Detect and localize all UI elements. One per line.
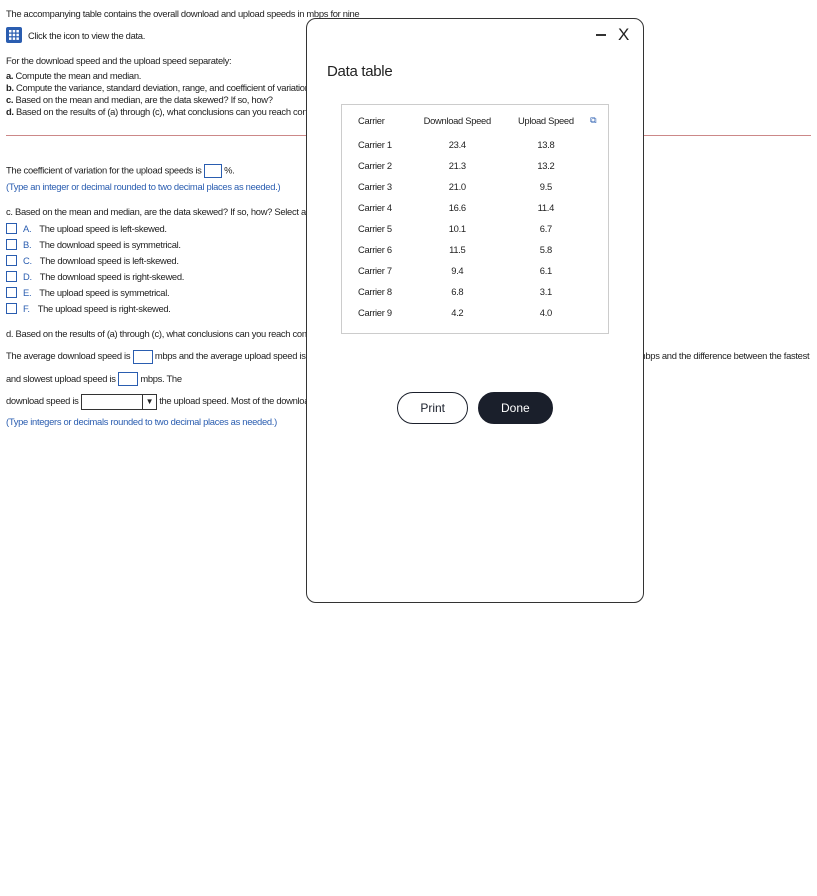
option-letter-f: F. — [23, 303, 30, 314]
table-cell: Carrier 5 — [350, 218, 409, 239]
checkbox-a[interactable] — [6, 223, 17, 234]
table-cell: 9.4 — [409, 260, 505, 281]
table-row: Carrier 321.09.5 — [350, 176, 600, 197]
option-text-b: The download speed is symmetrical. — [39, 239, 180, 250]
option-text-c: The download speed is left-skewed. — [40, 255, 179, 266]
table-cell: Carrier 8 — [350, 281, 409, 302]
checkbox-d[interactable] — [6, 271, 17, 282]
option-letter-b: B. — [23, 239, 31, 250]
table-cell: 13.8 — [505, 134, 586, 155]
table-row: Carrier 510.16.7 — [350, 218, 600, 239]
option-letter-e: E. — [23, 287, 31, 298]
table-cell: 13.2 — [505, 155, 586, 176]
table-cell: 21.0 — [409, 176, 505, 197]
data-table-container: Carrier Download Speed Upload Speed ⧉ Ca… — [341, 104, 609, 334]
checkbox-f[interactable] — [6, 303, 17, 314]
table-cell: Carrier 2 — [350, 155, 409, 176]
table-cell: 23.4 — [409, 134, 505, 155]
data-grid-icon[interactable] — [6, 27, 22, 43]
modal-title: Data table — [327, 63, 627, 80]
task-d-label: d. — [6, 106, 14, 117]
data-table: Carrier Download Speed Upload Speed ⧉ Ca… — [350, 111, 600, 323]
table-cell: 4.0 — [505, 302, 586, 323]
table-row: Carrier 611.55.8 — [350, 239, 600, 260]
option-letter-d: D. — [23, 271, 32, 282]
option-text-e: The upload speed is symmetrical. — [39, 287, 169, 298]
col-download: Download Speed — [409, 111, 505, 134]
checkbox-e[interactable] — [6, 287, 17, 298]
table-row: Carrier 221.313.2 — [350, 155, 600, 176]
task-b-text: Compute the variance, standard deviation… — [16, 82, 312, 93]
table-row: Carrier 79.46.1 — [350, 260, 600, 281]
task-a-label: a. — [6, 70, 13, 81]
option-text-a: The upload speed is left-skewed. — [39, 223, 166, 234]
table-cell: 21.3 — [409, 155, 505, 176]
diff-upload-input[interactable] — [118, 372, 138, 386]
table-cell: Carrier 9 — [350, 302, 409, 323]
option-letter-c: C. — [23, 255, 32, 266]
print-button[interactable]: Print — [397, 392, 468, 424]
table-cell: Carrier 1 — [350, 134, 409, 155]
option-text-f: The upload speed is right-skewed. — [38, 303, 171, 314]
avg-download-input[interactable] — [133, 350, 153, 364]
table-cell: Carrier 7 — [350, 260, 409, 281]
task-c-label: c. — [6, 94, 13, 105]
table-row: Carrier 94.24.0 — [350, 302, 600, 323]
col-upload: Upload Speed — [505, 111, 586, 134]
table-cell: Carrier 3 — [350, 176, 409, 197]
table-cell: Carrier 6 — [350, 239, 409, 260]
task-a-text: Compute the mean and median. — [16, 70, 142, 81]
table-cell: 3.1 — [505, 281, 586, 302]
download-compare-select[interactable]: ▼ — [81, 394, 157, 410]
data-table-modal: X Data table Carrier Download Speed Uplo… — [306, 18, 644, 603]
table-cell: 4.2 — [409, 302, 505, 323]
minimize-icon[interactable] — [596, 34, 606, 36]
done-button[interactable]: Done — [478, 392, 553, 424]
cv-input[interactable] — [204, 164, 222, 178]
option-text-d: The download speed is right-skewed. — [40, 271, 184, 282]
task-c-text: Based on the mean and median, are the da… — [16, 94, 273, 105]
table-cell: 16.6 — [409, 197, 505, 218]
table-row: Carrier 86.83.1 — [350, 281, 600, 302]
table-cell: 10.1 — [409, 218, 505, 239]
table-cell: 6.7 — [505, 218, 586, 239]
col-carrier: Carrier — [350, 111, 409, 134]
table-cell: 5.8 — [505, 239, 586, 260]
task-b-label: b. — [6, 82, 14, 93]
table-row: Carrier 416.611.4 — [350, 197, 600, 218]
option-letter-a: A. — [23, 223, 31, 234]
checkbox-c[interactable] — [6, 255, 17, 266]
table-row: Carrier 123.413.8 — [350, 134, 600, 155]
checkbox-b[interactable] — [6, 239, 17, 250]
table-cell: 6.1 — [505, 260, 586, 281]
close-icon[interactable]: X — [618, 25, 629, 45]
copy-icon[interactable]: ⧉ — [586, 111, 600, 134]
table-cell: 11.5 — [409, 239, 505, 260]
table-cell: 6.8 — [409, 281, 505, 302]
table-cell: 11.4 — [505, 197, 586, 218]
table-cell: 9.5 — [505, 176, 586, 197]
chevron-down-icon: ▼ — [142, 394, 156, 410]
table-cell: Carrier 4 — [350, 197, 409, 218]
click-icon-text: Click the icon to view the data. — [28, 30, 145, 41]
